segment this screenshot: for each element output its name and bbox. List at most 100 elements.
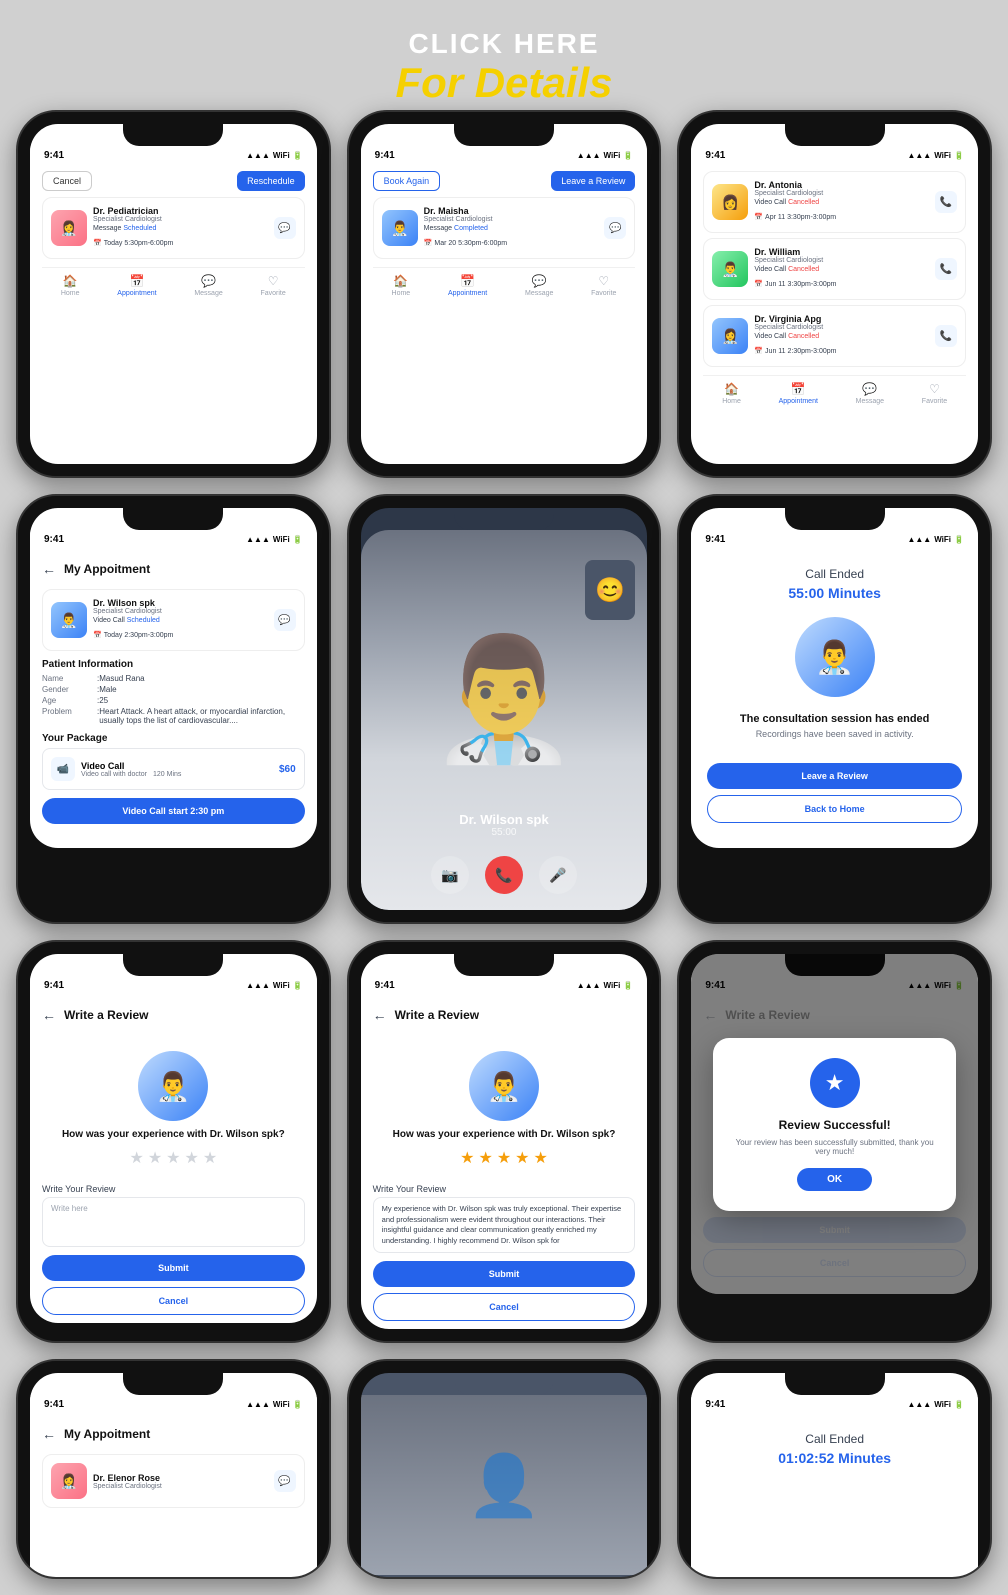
doctor-card: 👨‍⚕️ Dr. Wilson spk Specialist Cardiolog… xyxy=(42,589,305,651)
leave-review-button[interactable]: Leave a Review xyxy=(707,763,962,789)
status-time: 9:41 xyxy=(44,1399,64,1410)
modal-title: Review Successful! xyxy=(729,1118,941,1132)
cancel-button[interactable]: Cancel xyxy=(42,171,92,191)
nav-message[interactable]: 💬 Message xyxy=(856,382,884,405)
promo-banner[interactable]: CLICK HERE For Details xyxy=(395,18,612,111)
message-nav-icon: 💬 xyxy=(862,382,877,396)
review-text-filled[interactable]: My experience with Dr. Wilson spk was tr… xyxy=(373,1197,636,1253)
nav-appointment-label: Appointment xyxy=(779,398,818,405)
star-2[interactable]: ★ xyxy=(148,1148,162,1168)
cancel-button[interactable]: Cancel xyxy=(42,1287,305,1315)
star-3[interactable]: ★ xyxy=(166,1148,180,1168)
doctor-row: 👩‍⚕️ Dr. Pediatrician Specialist Cardiol… xyxy=(51,206,296,250)
mic-toggle-button[interactable]: 🎤 xyxy=(539,856,577,894)
calendar-icon: 📅 xyxy=(754,280,763,288)
cancel-button[interactable]: Cancel xyxy=(373,1293,636,1321)
phone-r4-p2: 👤 xyxy=(347,1359,662,1579)
screen-r2-p1: 9:41 ▲▲▲ WiFi 🔋 ← My Appoitment 👨‍⚕️ Dr xyxy=(30,508,317,848)
notch xyxy=(785,508,885,530)
star-1[interactable]: ★ xyxy=(460,1148,474,1168)
doctor-card-2: 👨‍⚕️ Dr. William Specialist Cardiologist… xyxy=(703,238,966,300)
status-time: 9:41 xyxy=(44,980,64,991)
nav-favorite[interactable]: ♡ Favorite xyxy=(260,274,285,297)
star-5[interactable]: ★ xyxy=(203,1148,217,1168)
favorite-icon: ♡ xyxy=(929,382,940,396)
star-4[interactable]: ★ xyxy=(515,1148,529,1168)
phone-icon[interactable]: 📞 xyxy=(935,191,957,213)
status-bar: 9:41 ▲▲▲ WiFi 🔋 xyxy=(691,146,978,163)
nav-appointment[interactable]: 📅 Appointment xyxy=(779,382,818,405)
star-3[interactable]: ★ xyxy=(497,1148,511,1168)
leave-review-button[interactable]: Leave a Review xyxy=(551,171,635,191)
review-input[interactable]: Write here xyxy=(42,1197,305,1247)
signal-icon: ▲▲▲ xyxy=(907,1400,931,1409)
back-arrow-icon[interactable]: ← xyxy=(42,1426,56,1442)
back-arrow-icon[interactable]: ← xyxy=(373,1007,387,1023)
favorite-icon: ♡ xyxy=(268,274,279,288)
nav-home[interactable]: 🏠 Home xyxy=(392,274,411,297)
doctor-avatar: 👩‍⚕️ xyxy=(51,1463,87,1499)
phone-r1-p3: 9:41 ▲▲▲ WiFi 🔋 👩 Dr. Antonia Specialist… xyxy=(677,110,992,478)
nav-favorite-label: Favorite xyxy=(591,290,616,297)
star-rating[interactable]: ★ ★ ★ ★ ★ xyxy=(58,1148,289,1168)
submit-button[interactable]: Submit xyxy=(42,1255,305,1281)
status-text: Completed xyxy=(454,225,488,232)
doctor-info: Dr. Virginia Apg Specialist Cardiologist… xyxy=(754,314,929,358)
date-badge: 📅 Jun 11 2:30pm-3:00pm xyxy=(754,347,836,355)
phone-r3-p2: 9:41 ▲▲▲ WiFi 🔋 ← Write a Review 👨‍⚕️ Ho… xyxy=(347,940,662,1343)
package-icon: 📹 xyxy=(51,757,75,781)
nav-home[interactable]: 🏠 Home xyxy=(61,274,80,297)
message-icon[interactable]: 💬 xyxy=(274,609,296,631)
appointment-icon: 📅 xyxy=(791,382,806,396)
message-icon[interactable]: 💬 xyxy=(274,1470,296,1492)
star-4[interactable]: ★ xyxy=(185,1148,199,1168)
phone-r2-p3: 9:41 ▲▲▲ WiFi 🔋 Call Ended 55:00 Minutes… xyxy=(677,494,992,924)
doctor-info: Dr. Maisha Specialist Cardiologist Messa… xyxy=(424,206,599,250)
doctor-specialty: Specialist Cardiologist xyxy=(93,1483,268,1490)
star-1[interactable]: ★ xyxy=(129,1148,143,1168)
date-text: Apr 11 3:30pm-3:00pm xyxy=(765,214,836,221)
doctor-info: Dr. Pediatrician Specialist Cardiologist… xyxy=(93,206,268,250)
message-icon[interactable]: 💬 xyxy=(274,217,296,239)
star-2[interactable]: ★ xyxy=(478,1148,492,1168)
doctor-name: Dr. Virginia Apg xyxy=(754,314,929,324)
doctor-avatar-circle: 👨‍⚕️ xyxy=(795,617,875,697)
back-home-button[interactable]: Back to Home xyxy=(707,795,962,823)
battery-icon: 🔋 xyxy=(954,1400,964,1409)
phone-icon[interactable]: 📞 xyxy=(935,258,957,280)
click-here-text: CLICK HERE xyxy=(395,28,612,60)
nav-message[interactable]: 💬 Message xyxy=(194,274,222,297)
nav-favorite[interactable]: ♡ Favorite xyxy=(591,274,616,297)
ended-subtitle: Recordings have been saved in activity. xyxy=(707,729,962,739)
screen-r4-p2: 👤 xyxy=(361,1373,648,1579)
battery-icon: 🔋 xyxy=(623,151,633,160)
nav-appointment[interactable]: 📅 Appointment xyxy=(448,274,487,297)
book-again-button[interactable]: Book Again xyxy=(373,171,441,191)
reschedule-button[interactable]: Reschedule xyxy=(237,171,305,191)
back-arrow-icon[interactable]: ← xyxy=(42,561,56,577)
name-value: Masud Rana xyxy=(99,674,304,683)
ok-button[interactable]: OK xyxy=(797,1168,872,1191)
star-rating[interactable]: ★ ★ ★ ★ ★ xyxy=(389,1148,620,1168)
camera-toggle-button[interactable]: 📷 xyxy=(431,856,469,894)
message-icon[interactable]: 💬 xyxy=(604,217,626,239)
nav-appointment[interactable]: 📅 Appointment xyxy=(117,274,156,297)
call-duration: 55:00 Minutes xyxy=(707,585,962,601)
appointment-icon: 📅 xyxy=(460,274,475,288)
star-5[interactable]: ★ xyxy=(534,1148,548,1168)
review-doctor-avatar: 👨‍⚕️ xyxy=(469,1051,539,1121)
doctor-status: Video Call Scheduled xyxy=(93,617,268,624)
back-arrow-icon[interactable]: ← xyxy=(42,1007,56,1023)
phone-icon[interactable]: 📞 xyxy=(935,325,957,347)
notch xyxy=(785,1373,885,1395)
nav-favorite[interactable]: ♡ Favorite xyxy=(922,382,947,405)
notch xyxy=(454,1373,554,1395)
doctor-specialty: Specialist Cardiologist xyxy=(93,216,268,223)
nav-home[interactable]: 🏠 Home xyxy=(722,382,741,405)
start-call-button[interactable]: Video Call start 2:30 pm xyxy=(42,798,305,824)
end-call-button[interactable]: 📞 xyxy=(485,856,523,894)
nav-message[interactable]: 💬 Message xyxy=(525,274,553,297)
page-title: Write a Review xyxy=(395,1008,479,1022)
submit-button[interactable]: Submit xyxy=(373,1261,636,1287)
doctor-name: Dr. Antonia xyxy=(754,180,929,190)
